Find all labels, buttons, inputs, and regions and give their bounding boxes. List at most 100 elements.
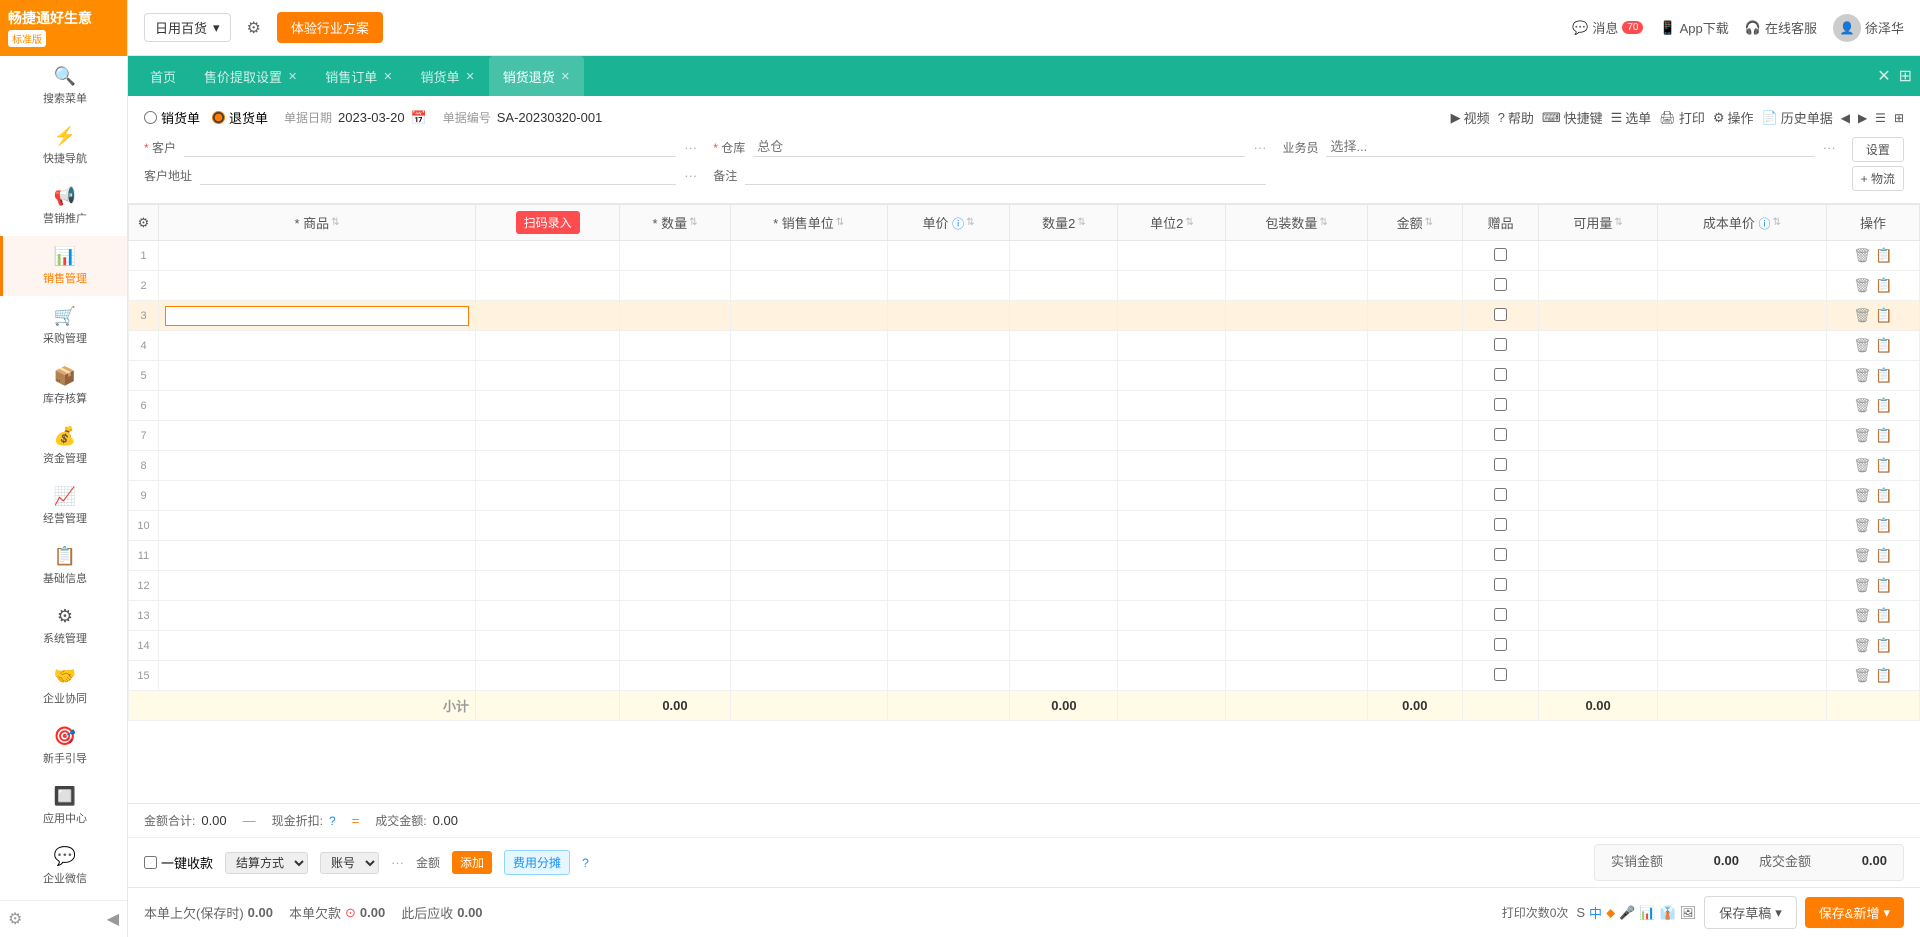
cost-cell-2[interactable] (1657, 271, 1826, 301)
prev-record-btn[interactable]: ◀ (1841, 111, 1850, 125)
unit2-cell-11[interactable] (1118, 541, 1226, 571)
unit-cell-15[interactable] (730, 661, 887, 691)
pkg-qty-cell-4[interactable] (1226, 331, 1367, 361)
sidebar-item-8[interactable]: 📋 基础信息 (0, 536, 127, 596)
shortcut-btn[interactable]: ⌨ 快捷键 (1542, 108, 1603, 127)
topbar-gear-icon[interactable]: ⚙ (247, 18, 261, 38)
product-cell-2[interactable] (159, 271, 476, 301)
cost-cell-7[interactable] (1657, 421, 1826, 451)
sidebar-item-6[interactable]: 💰 资金管理 (0, 416, 127, 476)
add-payment-btn[interactable]: 添加 (452, 851, 492, 874)
pkgqty-sort-icon[interactable]: ⇅ (1319, 217, 1327, 228)
one-click-checkbox[interactable] (144, 856, 157, 869)
amount-sort-icon[interactable]: ⇅ (1425, 217, 1433, 228)
gift-checkbox-10[interactable] (1494, 518, 1507, 531)
amount-cell-13[interactable] (1367, 601, 1462, 631)
warehouse-input[interactable] (753, 137, 1245, 157)
available-cell-2[interactable] (1539, 271, 1657, 301)
cost-cell-6[interactable] (1657, 391, 1826, 421)
unit2-cell-12[interactable] (1118, 571, 1226, 601)
copy-icon-7[interactable]: 📋 (1875, 427, 1892, 444)
qty-cell-4[interactable] (620, 331, 731, 361)
unit-cell-4[interactable] (730, 331, 887, 361)
qty-cell-13[interactable] (620, 601, 731, 631)
gift-cell-14[interactable] (1462, 631, 1539, 661)
help-btn[interactable]: ? 帮助 (1498, 108, 1534, 127)
product-extra-cell-11[interactable] (475, 541, 619, 571)
gift-cell-1[interactable] (1462, 241, 1539, 271)
user-menu[interactable]: 👤 徐泽华 (1833, 14, 1904, 42)
gift-cell-2[interactable] (1462, 271, 1539, 301)
salesperson-select-btn[interactable]: ··· (1823, 140, 1836, 155)
copy-icon-6[interactable]: 📋 (1875, 397, 1892, 414)
product-cell-8[interactable] (159, 451, 476, 481)
tab-close-2[interactable]: ✕ (383, 70, 392, 83)
delete-icon-11[interactable]: 🗑 (1853, 547, 1871, 564)
expense-info-icon[interactable]: ? (582, 856, 589, 870)
view-toggle-btn1[interactable]: ☰ (1875, 111, 1886, 125)
price-cell-10[interactable] (887, 511, 1010, 541)
delete-icon-6[interactable]: 🗑 (1853, 397, 1871, 414)
available-cell-10[interactable] (1539, 511, 1657, 541)
product-extra-cell-10[interactable] (475, 511, 619, 541)
unit2-cell-7[interactable] (1118, 421, 1226, 451)
amount-cell-12[interactable] (1367, 571, 1462, 601)
amount-cell-7[interactable] (1367, 421, 1462, 451)
tab-2[interactable]: 销售订单✕ (311, 56, 406, 96)
gift-checkbox-4[interactable] (1494, 338, 1507, 351)
sidebar-item-12[interactable]: 🔲 应用中心 (0, 776, 127, 836)
sidebar-item-11[interactable]: 🎯 新手引导 (0, 716, 127, 776)
product-extra-cell-13[interactable] (475, 601, 619, 631)
unit-cell-13[interactable] (730, 601, 887, 631)
pkg-qty-cell-2[interactable] (1226, 271, 1367, 301)
unit-sort-icon[interactable]: ⇅ (836, 217, 844, 228)
qty-cell-9[interactable] (620, 481, 731, 511)
history-btn[interactable]: 📄 历史单据 (1762, 108, 1833, 127)
available-cell-13[interactable] (1539, 601, 1657, 631)
qty2-cell-8[interactable] (1010, 451, 1118, 481)
address-input[interactable] (200, 165, 676, 185)
unit-cell-9[interactable] (730, 481, 887, 511)
qty-cell-11[interactable] (620, 541, 731, 571)
unit-cell-10[interactable] (730, 511, 887, 541)
price-cell-2[interactable] (887, 271, 1010, 301)
unit-cell-5[interactable] (730, 361, 887, 391)
gift-checkbox-7[interactable] (1494, 428, 1507, 441)
product-cell-10[interactable] (159, 511, 476, 541)
unit-cell-3[interactable] (730, 301, 887, 331)
qty2-cell-9[interactable] (1010, 481, 1118, 511)
unit2-cell-9[interactable] (1118, 481, 1226, 511)
tab-1[interactable]: 售价提取设置✕ (190, 56, 311, 96)
sidebar-item-7[interactable]: 📈 经营管理 (0, 476, 127, 536)
cost-cell-3[interactable] (1657, 301, 1826, 331)
sidebar-item-1[interactable]: ⚡ 快捷导航 (0, 116, 127, 176)
product-cell-5[interactable] (159, 361, 476, 391)
gift-cell-7[interactable] (1462, 421, 1539, 451)
tool-icon-6[interactable]: 👔 (1660, 905, 1676, 921)
product-cell-1[interactable] (159, 241, 476, 271)
price-cell-8[interactable] (887, 451, 1010, 481)
sidebar-item-10[interactable]: 🤝 企业协同 (0, 656, 127, 716)
tab-4[interactable]: 销货退货✕ (489, 56, 584, 96)
tool-icon-7[interactable]: 🖼 (1680, 905, 1697, 921)
price-sort-icon[interactable]: ⇅ (966, 217, 974, 228)
qty2-cell-11[interactable] (1010, 541, 1118, 571)
price-cell-5[interactable] (887, 361, 1010, 391)
gift-checkbox-3[interactable] (1494, 308, 1507, 321)
delete-icon-10[interactable]: 🗑 (1853, 517, 1871, 534)
delete-icon-9[interactable]: 🗑 (1853, 487, 1871, 504)
available-sort-icon[interactable]: ⇅ (1614, 217, 1622, 228)
qty2-cell-4[interactable] (1010, 331, 1118, 361)
costprice-sort-icon[interactable]: ⇅ (1772, 217, 1780, 228)
copy-icon-13[interactable]: 📋 (1875, 607, 1892, 624)
qty-cell-1[interactable] (620, 241, 731, 271)
unit2-cell-5[interactable] (1118, 361, 1226, 391)
account-select[interactable]: 账号 (320, 852, 379, 874)
unit2-cell-6[interactable] (1118, 391, 1226, 421)
product-input-3[interactable] (165, 306, 469, 326)
cost-cell-4[interactable] (1657, 331, 1826, 361)
cost-cell-10[interactable] (1657, 511, 1826, 541)
remark-input[interactable] (745, 165, 1266, 185)
amount-cell-8[interactable] (1367, 451, 1462, 481)
product-extra-cell-3[interactable] (475, 301, 619, 331)
